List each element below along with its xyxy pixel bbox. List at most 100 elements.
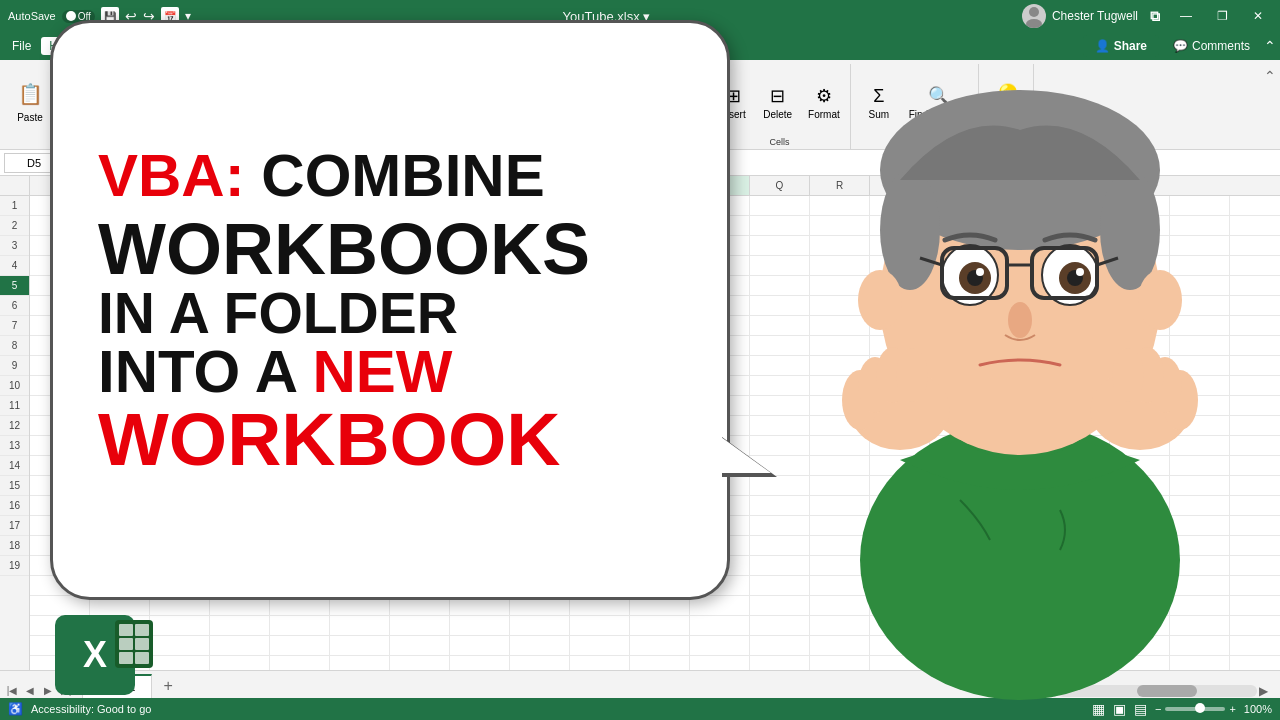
- col-header-k[interactable]: K: [630, 176, 690, 195]
- bold-button[interactable]: B: [155, 89, 175, 109]
- border-button[interactable]: ⊞: [224, 89, 244, 109]
- row-1[interactable]: 1: [0, 196, 29, 216]
- row-3[interactable]: 3: [0, 236, 29, 256]
- row-9[interactable]: 9: [0, 356, 29, 376]
- col-header-f[interactable]: F: [330, 176, 390, 195]
- scroll-track[interactable]: [1057, 685, 1257, 697]
- row-10[interactable]: 10: [0, 376, 29, 396]
- align-left-button[interactable]: ≡: [357, 86, 375, 104]
- underline-button[interactable]: U: [201, 89, 221, 109]
- calendar-icon[interactable]: 📅: [161, 7, 179, 25]
- col-header-d[interactable]: D: [210, 176, 270, 195]
- formula-fx-icon[interactable]: fx: [73, 155, 85, 171]
- align-bottom-button[interactable]: ⊥: [397, 66, 415, 84]
- row-17[interactable]: 17: [0, 516, 29, 536]
- col-header-r[interactable]: R: [810, 176, 870, 195]
- align-right-button[interactable]: ≡: [397, 86, 415, 104]
- zoom-in-button[interactable]: +: [1229, 703, 1235, 715]
- format-as-table-button[interactable]: ▦ Format as Table: [575, 89, 696, 107]
- ribbon-collapse-button[interactable]: ⌃: [1264, 68, 1276, 84]
- row-15[interactable]: 15: [0, 476, 29, 496]
- add-sheet-button[interactable]: +: [156, 674, 180, 698]
- font-name-select[interactable]: Calibri: [155, 66, 255, 86]
- col-header-i[interactable]: I: [510, 176, 570, 195]
- copy-button[interactable]: ⧉ Copy: [56, 94, 140, 108]
- zoom-out-button[interactable]: −: [1155, 703, 1161, 715]
- user-avatar[interactable]: [1022, 4, 1046, 28]
- menu-formulas[interactable]: Formulas: [225, 37, 291, 55]
- menu-developer[interactable]: Developer: [437, 37, 508, 55]
- currency-button[interactable]: $: [450, 92, 470, 112]
- first-sheet-button[interactable]: |◀: [4, 682, 20, 698]
- col-header-p[interactable]: P: [690, 176, 750, 195]
- increase-decimal-button[interactable]: .0: [516, 92, 536, 112]
- sheet-tab-sheet1[interactable]: Sheet1: [82, 674, 152, 698]
- maximize-button[interactable]: ❐: [1208, 2, 1236, 30]
- row-8[interactable]: 8: [0, 336, 29, 356]
- font-color-button[interactable]: A: [270, 89, 290, 109]
- align-top-button[interactable]: ⊤: [357, 66, 375, 84]
- number-format-select[interactable]: General: [450, 70, 540, 90]
- col-header-e[interactable]: E: [270, 176, 330, 195]
- col-header-q[interactable]: Q: [750, 176, 810, 195]
- next-sheet-button[interactable]: ▶: [40, 682, 56, 698]
- minimize-button[interactable]: —: [1172, 2, 1200, 30]
- comma-button[interactable]: ,: [494, 92, 514, 112]
- ideas-button[interactable]: 💡 Ideas: [987, 70, 1029, 136]
- row-13[interactable]: 13: [0, 436, 29, 456]
- share-button[interactable]: 👤 Share: [1083, 35, 1159, 57]
- italic-button[interactable]: I: [178, 89, 198, 109]
- percent-button[interactable]: %: [472, 92, 492, 112]
- col-header-s[interactable]: S: [870, 176, 1070, 195]
- col-header-b[interactable]: B: [90, 176, 150, 195]
- row-14[interactable]: 14: [0, 456, 29, 476]
- autosum-button[interactable]: Σ Sum: [859, 70, 899, 135]
- row-6[interactable]: 6: [0, 296, 29, 316]
- font-size-select[interactable]: 11: [258, 66, 294, 86]
- close-button[interactable]: ✕: [1244, 2, 1272, 30]
- col-header-j[interactable]: J: [570, 176, 630, 195]
- formula-input[interactable]: [89, 153, 1276, 173]
- menu-insert[interactable]: Insert: [91, 37, 137, 55]
- row-12[interactable]: 12: [0, 416, 29, 436]
- menu-page-layout[interactable]: Page Layout: [139, 37, 222, 55]
- wrap-text-button[interactable]: ab: [417, 66, 435, 84]
- merge-cells-button[interactable]: ⊞▾: [417, 86, 435, 104]
- cell-area[interactable]: [30, 196, 1280, 670]
- comments-button[interactable]: 💬 Comments: [1165, 35, 1258, 57]
- save-icon[interactable]: 💾: [101, 7, 119, 25]
- align-center-button[interactable]: ≡: [377, 86, 395, 104]
- menu-file[interactable]: File: [4, 37, 39, 55]
- menu-help[interactable]: Help: [510, 37, 551, 55]
- increase-font-button[interactable]: A↑: [297, 66, 317, 86]
- conditional-format-button[interactable]: ▦ Conditional Forma...: [575, 68, 696, 86]
- last-sheet-button[interactable]: ▶|: [58, 682, 74, 698]
- prev-sheet-button[interactable]: ◀: [22, 682, 38, 698]
- zoom-level[interactable]: 100%: [1244, 703, 1272, 715]
- decrease-decimal-button[interactable]: 0.: [538, 92, 558, 112]
- autosave-toggle[interactable]: Off: [62, 10, 95, 23]
- delete-cells-button[interactable]: ⊟ Delete: [757, 70, 798, 135]
- ribbon-collapse-icon[interactable]: ⌃: [1264, 38, 1276, 54]
- restore-down-icon[interactable]: ⧉: [1146, 7, 1164, 25]
- name-box[interactable]: [4, 153, 64, 173]
- insert-cells-button[interactable]: ⊞ Insert: [713, 70, 753, 135]
- align-middle-button[interactable]: ≡: [377, 66, 395, 84]
- fill-color-button[interactable]: A▾: [247, 89, 267, 109]
- col-header-g[interactable]: G: [390, 176, 450, 195]
- row-16[interactable]: 16: [0, 496, 29, 516]
- zoom-slider[interactable]: [1165, 707, 1225, 711]
- scroll-right-button[interactable]: ▶: [1259, 684, 1268, 698]
- row-4[interactable]: 4: [0, 256, 29, 276]
- format-cells-button[interactable]: ⚙ Format: [802, 70, 846, 135]
- redo-icon[interactable]: ↪: [143, 8, 155, 24]
- col-header-h[interactable]: H: [450, 176, 510, 195]
- undo-icon[interactable]: ↩: [125, 8, 137, 24]
- menu-home[interactable]: Home: [41, 37, 89, 55]
- view-normal-button[interactable]: ▦: [1092, 701, 1105, 717]
- col-header-a[interactable]: A: [30, 176, 90, 195]
- menu-data[interactable]: Data: [293, 37, 334, 55]
- row-5[interactable]: 5: [0, 276, 29, 296]
- col-header-c[interactable]: C: [150, 176, 210, 195]
- menu-review[interactable]: Review: [336, 37, 391, 55]
